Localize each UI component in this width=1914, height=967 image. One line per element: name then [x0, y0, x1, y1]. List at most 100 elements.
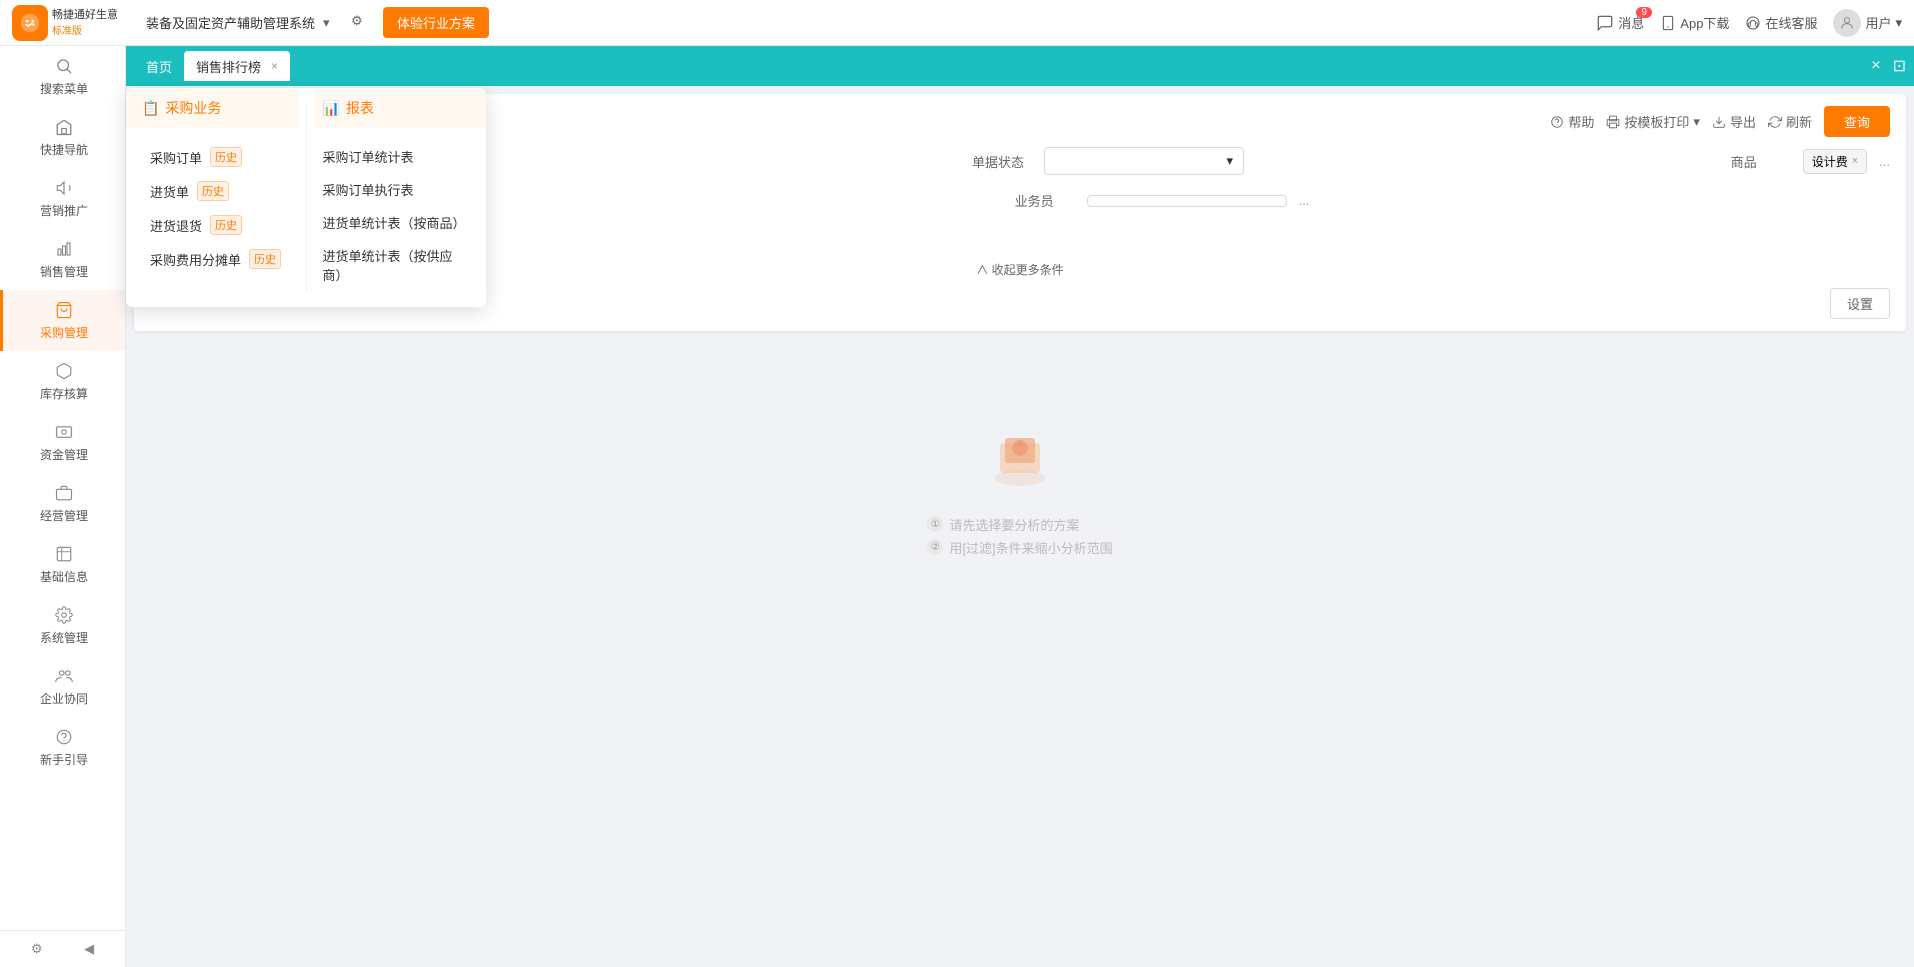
refresh-icon	[1768, 115, 1782, 129]
goods-tag: 设计费 ×	[1803, 149, 1867, 174]
dropdown-return[interactable]: 进货退货 历史	[142, 208, 298, 242]
sidebar-item-basic[interactable]: 基础信息	[0, 534, 125, 595]
print-icon	[1606, 115, 1620, 129]
help-button[interactable]: 帮助	[1550, 112, 1594, 131]
help-icon	[1550, 115, 1564, 129]
tab-window-restore-icon[interactable]: ⊡	[1893, 56, 1906, 76]
message-badge: 9	[1636, 7, 1652, 18]
doc-status-select[interactable]: ▾	[1044, 147, 1244, 175]
report-col-title: 📊 报表	[315, 88, 487, 128]
industry-button[interactable]: 体验行业方案	[383, 7, 489, 38]
goods-tag-close-icon[interactable]: ×	[1852, 155, 1858, 167]
sidebar-item-sales[interactable]: 销售管理	[0, 229, 125, 290]
history-badge-0[interactable]: 历史	[210, 147, 242, 167]
logo-badge: 标准版	[52, 22, 118, 37]
money-icon	[54, 422, 74, 442]
goods-more-icon[interactable]: ...	[1879, 154, 1890, 169]
tab-home[interactable]: 首页	[134, 51, 184, 81]
table-icon	[54, 544, 74, 564]
hint-circle-1: ①	[927, 516, 943, 532]
app-container: 畅捷通好生意 标准版 装备及固定资产辅助管理系统 ▾ ⚙ 体验行业方案 消息 9	[0, 0, 1914, 967]
logo-icon	[12, 5, 48, 41]
empty-illustration	[980, 418, 1060, 501]
message-area[interactable]: 消息 9	[1596, 13, 1644, 32]
system-settings-icon	[54, 605, 74, 625]
briefcase-icon	[54, 483, 74, 503]
system-name: 装备及固定资产辅助管理系统	[146, 13, 315, 32]
sidebar-item-guide[interactable]: 新手引导	[0, 717, 125, 778]
report-title-icon: 📊	[323, 100, 340, 117]
cart-icon	[54, 300, 74, 320]
sidebar-item-search[interactable]: 搜索菜单	[0, 46, 125, 107]
tab-window-close-icon[interactable]: ×	[1871, 57, 1880, 75]
bottom-settings-icon[interactable]: ⚙	[31, 941, 43, 957]
dropdown-arrow-icon[interactable]: ▾	[323, 15, 339, 31]
tab-sales-rank[interactable]: 销售排行榜 ×	[184, 51, 290, 81]
box-icon	[54, 361, 74, 381]
online-service[interactable]: 在线客服	[1745, 13, 1817, 32]
top-right: 消息 9 App下载 在线客服	[1596, 9, 1902, 37]
home-icon	[54, 117, 74, 137]
sidebar-bottom: ⚙ ◀	[0, 930, 125, 967]
history-badge-1[interactable]: 历史	[197, 181, 229, 201]
user-avatar	[1833, 9, 1861, 37]
user-label: 用户	[1865, 13, 1891, 32]
purchase-dropdown-menu: 📋 采购业务 采购订单 历史 进货单 历史 进货退货 历史 采购费用分摊单 历史	[126, 88, 486, 307]
settings-icon[interactable]: ⚙	[351, 13, 371, 33]
hint-circle-2: ②	[927, 539, 943, 555]
sidebar-item-system[interactable]: 系统管理	[0, 595, 125, 656]
headset-icon	[1745, 15, 1761, 31]
empty-state: ① 请先选择要分析的方案 ② 用[过滤]条件来缩小分析范围	[126, 339, 1914, 639]
purchase-col: 📋 采购业务 采购订单 历史 进货单 历史 进货退货 历史 采购费用分摊单 历史	[142, 104, 298, 291]
query-button[interactable]: 查询	[1824, 106, 1890, 137]
tabs-right: × ⊡	[1871, 56, 1906, 76]
export-button[interactable]: 导出	[1712, 112, 1756, 131]
dropdown-report-2[interactable]: 进货单统计表（按商品）	[315, 206, 471, 239]
guide-icon	[54, 727, 74, 747]
megaphone-icon	[54, 178, 74, 198]
sidebar-item-cooperation[interactable]: 企业协同	[0, 656, 125, 717]
sidebar-item-operation[interactable]: 经营管理	[0, 473, 125, 534]
dropdown-report-3[interactable]: 进货单统计表（按供应商）	[315, 239, 471, 291]
history-badge-3[interactable]: 历史	[249, 249, 281, 269]
salesperson-select[interactable]	[1087, 195, 1287, 207]
export-icon	[1712, 115, 1726, 129]
print-dropdown-icon[interactable]: ▾	[1693, 114, 1700, 130]
logo-area: 畅捷通好生意 标准版	[12, 5, 138, 41]
phone-icon	[1660, 15, 1676, 31]
report-col: 📊 报表 采购订单统计表 采购订单执行表 进货单统计表（按商品） 进货单统计表（…	[315, 104, 471, 291]
collapse-arrow-icon: ∧	[976, 263, 988, 277]
goods-label: 商品	[1731, 152, 1791, 171]
tab-close-icon[interactable]: ×	[271, 59, 278, 73]
top-bar: 畅捷通好生意 标准版 装备及固定资产辅助管理系统 ▾ ⚙ 体验行业方案 消息 9	[0, 0, 1914, 46]
app-download[interactable]: App下载	[1660, 13, 1729, 32]
sidebar-item-finance[interactable]: 资金管理	[0, 412, 125, 473]
dropdown-incoming[interactable]: 进货单 历史	[142, 174, 298, 208]
sidebar-collapse-icon[interactable]: ◀	[84, 941, 94, 957]
sidebar-item-inventory[interactable]: 库存核算	[0, 351, 125, 412]
set-button[interactable]: 设置	[1830, 288, 1890, 319]
purchase-title-icon: 📋	[142, 100, 159, 117]
doc-status-label: 单据状态	[972, 152, 1032, 171]
doc-status-dropdown-icon: ▾	[1226, 153, 1233, 169]
sidebar-item-purchase[interactable]: 采购管理	[0, 290, 125, 351]
history-badge-2[interactable]: 历史	[210, 215, 242, 235]
dropdown-expense[interactable]: 采购费用分摊单 历史	[142, 242, 298, 276]
print-template-button[interactable]: 按模板打印 ▾	[1606, 112, 1700, 131]
salesperson-more-icon[interactable]: ...	[1299, 193, 1310, 208]
user-dropdown-icon: ▾	[1895, 15, 1902, 31]
sidebar-item-nav[interactable]: 快捷导航	[0, 107, 125, 168]
sidebar: 搜索菜单 快捷导航 营销推广 销售管理	[0, 46, 126, 967]
dropdown-purchase-order[interactable]: 采购订单 历史	[142, 140, 298, 174]
refresh-button[interactable]: 刷新	[1768, 112, 1812, 131]
sidebar-item-marketing[interactable]: 营销推广	[0, 168, 125, 229]
message-icon	[1596, 14, 1614, 32]
dropdown-report-0[interactable]: 采购订单统计表	[315, 140, 471, 173]
user-area[interactable]: 用户 ▾	[1833, 9, 1902, 37]
dropdown-divider	[306, 104, 307, 291]
tabs-bar: 首页 销售排行榜 × × ⊡	[126, 46, 1914, 86]
system-title: 装备及固定资产辅助管理系统 ▾ ⚙	[146, 13, 371, 33]
dropdown-report-1[interactable]: 采购订单执行表	[315, 173, 471, 206]
cooperation-icon	[54, 666, 74, 686]
search-icon	[54, 56, 74, 76]
